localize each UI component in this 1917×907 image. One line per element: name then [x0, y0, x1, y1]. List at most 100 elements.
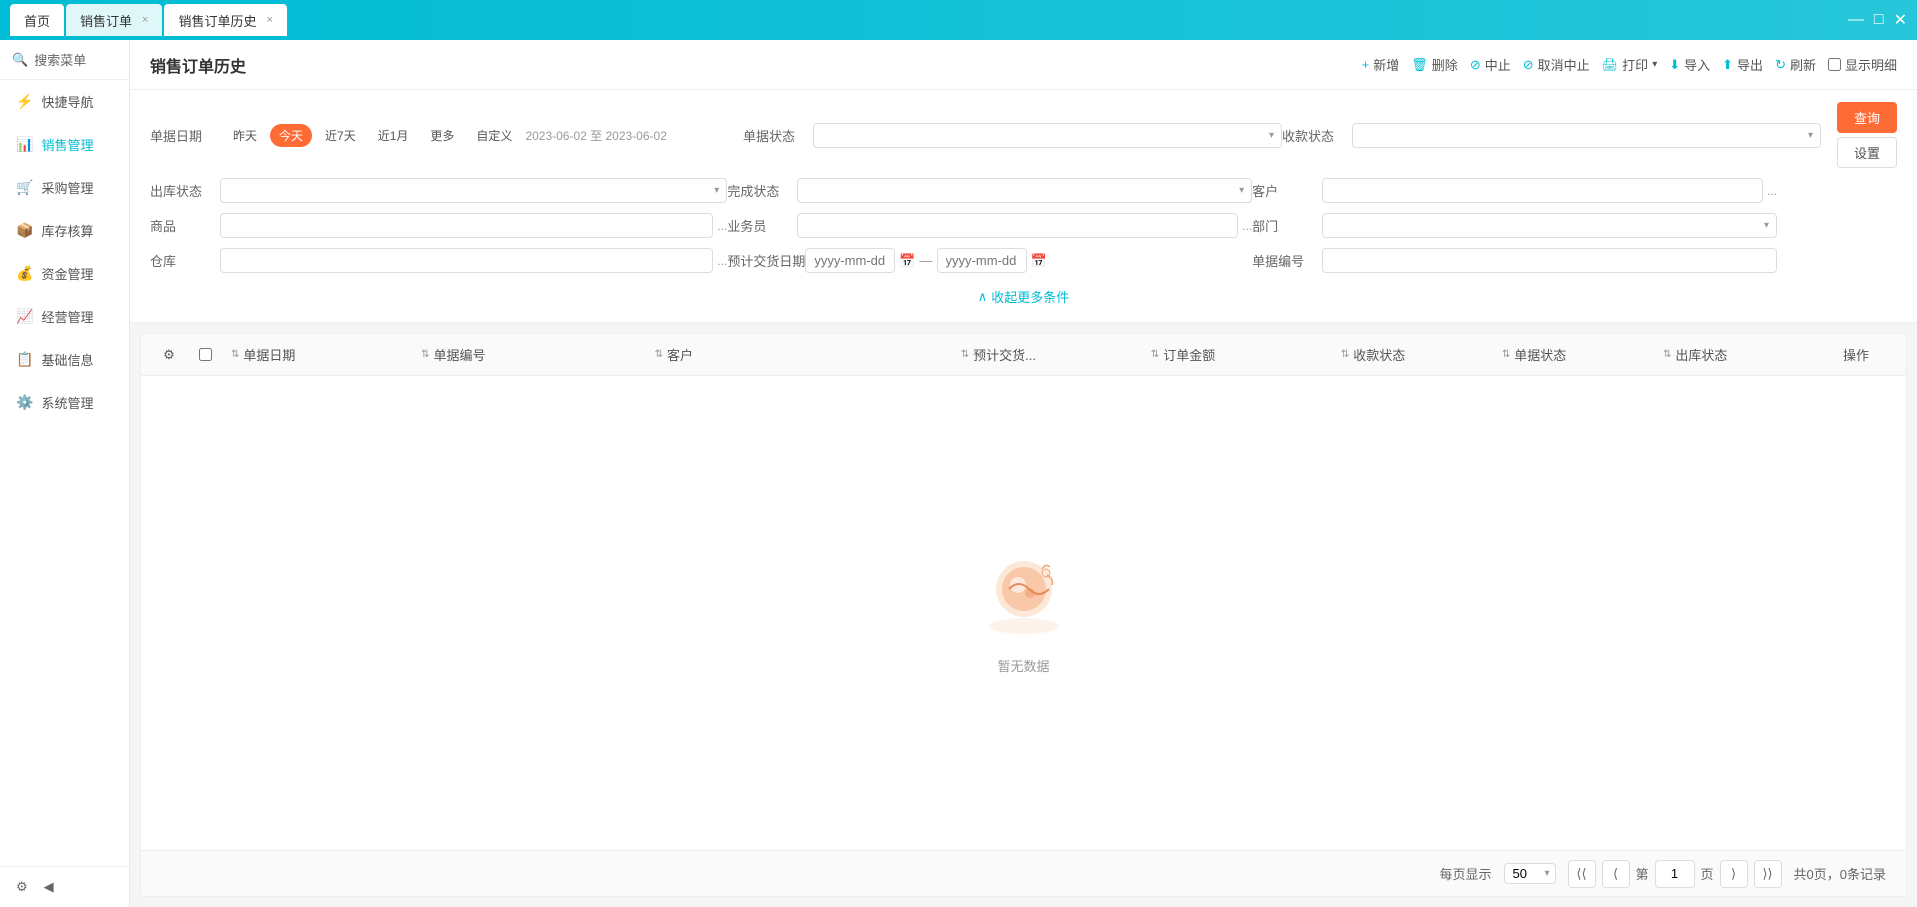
warehouse-more-icon[interactable]: ...: [717, 254, 727, 268]
print-button[interactable]: 🖨 打印: [1602, 55, 1658, 74]
refresh-button[interactable]: ↻ 刷新: [1775, 55, 1816, 74]
customer-input[interactable]: [1322, 178, 1763, 203]
settings-bottom-icon[interactable]: ⚙: [16, 879, 28, 895]
page-suffix: 页: [1701, 864, 1714, 883]
date-pill-1month[interactable]: 近1月: [369, 124, 418, 147]
query-button[interactable]: 查询: [1837, 102, 1897, 133]
tab-sales-order[interactable]: 销售订单 ×: [66, 4, 162, 36]
order-no-input[interactable]: [1322, 248, 1777, 273]
delete-button[interactable]: 🗑 删除: [1411, 55, 1458, 74]
col-date-header[interactable]: ⇅ 单据日期: [223, 345, 413, 364]
last-page-button[interactable]: ⟩⟩: [1754, 860, 1782, 888]
tab-history-close[interactable]: ×: [266, 14, 272, 26]
select-all-checkbox[interactable]: [199, 348, 212, 361]
first-page-button[interactable]: ⟨⟨: [1568, 860, 1596, 888]
stock-status-select[interactable]: [220, 178, 727, 203]
prev-page-button[interactable]: ⟨: [1602, 860, 1630, 888]
calendar-to-icon[interactable]: 📅: [1031, 253, 1047, 269]
window-close-icon[interactable]: ✕: [1894, 10, 1907, 30]
col-delivery-header[interactable]: ⇅ 预计交货...: [953, 345, 1143, 364]
dept-select[interactable]: [1322, 213, 1777, 238]
col-settings-header[interactable]: ⚙: [151, 347, 187, 363]
complete-status-label: 完成状态: [727, 181, 797, 200]
filter-delivery-date-item: 预计交货日期 📅 — 📅: [727, 248, 1252, 273]
refresh-icon: ↻: [1775, 57, 1786, 73]
date-pill-7days[interactable]: 近7天: [316, 124, 365, 147]
collapse-sidebar-icon[interactable]: ◀: [44, 879, 54, 895]
sidebar-item-quick-nav[interactable]: ⚡ 快捷导航: [0, 80, 129, 123]
page-number-input[interactable]: [1655, 860, 1695, 888]
col-customer-header[interactable]: ⇅ 客户: [647, 345, 953, 364]
sidebar-item-sales-mgmt[interactable]: 📊 销售管理: [0, 123, 129, 166]
payment-status-select-wrap: ▾: [1352, 123, 1821, 148]
sidebar-item-finance-label: 资金管理: [41, 264, 93, 283]
filter-row-1: 单据日期 昨天 今天 近7天 近1月 更多 自定义 2023-06-02 至 2…: [150, 102, 1897, 168]
operations-icon: 📈: [16, 308, 33, 325]
tab-sales-order-history[interactable]: 销售订单历史 ×: [164, 4, 286, 36]
salesperson-more-icon[interactable]: ...: [1242, 219, 1252, 233]
sort-payment-icon: ⇅: [1341, 349, 1349, 360]
tab-sales-order-close[interactable]: ×: [142, 14, 148, 26]
col-amount-header[interactable]: ⇅ 订单金额: [1143, 345, 1333, 364]
date-pill-today[interactable]: 今天: [270, 124, 312, 147]
stop-button[interactable]: ⊘ 中止: [1470, 55, 1511, 74]
cancel-stop-button[interactable]: ⊘ 取消中止: [1523, 55, 1590, 74]
product-more-icon[interactable]: ...: [717, 219, 727, 233]
page-size-select[interactable]: 50 10 20 100: [1504, 863, 1556, 884]
sidebar-item-sys-mgmt[interactable]: ⚙️ 系统管理: [0, 381, 129, 424]
search-icon: 🔍: [12, 52, 28, 68]
col-check-header[interactable]: [187, 348, 223, 361]
complete-status-select[interactable]: [797, 178, 1252, 203]
window-minimize-icon[interactable]: —: [1848, 11, 1864, 29]
import-icon: ⬇: [1669, 57, 1680, 73]
sidebar-item-base-info[interactable]: 📋 基础信息: [0, 338, 129, 381]
sidebar-item-finance[interactable]: 💰 资金管理: [0, 252, 129, 295]
col-status-header[interactable]: ⇅ 单据状态: [1494, 345, 1655, 364]
sidebar-item-sys-mgmt-label: 系统管理: [41, 393, 93, 412]
sidebar-search-label: 搜索菜单: [34, 50, 86, 69]
sidebar-item-inventory[interactable]: 📦 库存核算: [0, 209, 129, 252]
delivery-date-from[interactable]: [805, 248, 895, 273]
customer-more-icon[interactable]: ...: [1767, 184, 1777, 198]
payment-status-select[interactable]: [1352, 123, 1821, 148]
order-no-label: 单据编号: [1252, 251, 1322, 270]
warehouse-input[interactable]: [220, 248, 713, 273]
filter-order-status-item: 单据状态 ▾: [743, 123, 1282, 148]
show-detail-checkbox[interactable]: [1828, 58, 1841, 71]
delivery-date-to[interactable]: [937, 248, 1027, 273]
filter-area: 单据日期 昨天 今天 近7天 近1月 更多 自定义 2023-06-02 至 2…: [130, 90, 1917, 323]
show-detail-checkbox-wrap[interactable]: 显示明细: [1828, 55, 1897, 74]
new-button[interactable]: + 新增: [1362, 55, 1400, 74]
page-prefix: 第: [1636, 864, 1649, 883]
product-input[interactable]: [220, 213, 713, 238]
page-header: 销售订单历史 + 新增 🗑 删除 ⊘ 中止 ⊘ 取消中止: [130, 40, 1917, 90]
sales-mgmt-icon: 📊: [16, 136, 33, 153]
salesperson-input[interactable]: [797, 213, 1238, 238]
tab-home[interactable]: 首页: [10, 4, 64, 36]
sidebar-item-operations[interactable]: 📈 经营管理: [0, 295, 129, 338]
collapse-more-conditions[interactable]: ∧ 收起更多条件: [150, 283, 1897, 310]
order-status-select[interactable]: [813, 123, 1282, 148]
calendar-from-icon[interactable]: 📅: [899, 253, 915, 269]
date-pill-more[interactable]: 更多: [421, 124, 463, 147]
col-stock-header[interactable]: ⇅ 出库状态: [1655, 345, 1816, 364]
col-order-header[interactable]: ⇅ 单据编号: [413, 345, 647, 364]
customer-label: 客户: [1252, 181, 1322, 200]
collapse-label: 收起更多条件: [991, 287, 1069, 306]
import-button[interactable]: ⬇ 导入: [1669, 55, 1710, 74]
col-stock-label: 出库状态: [1675, 345, 1727, 364]
show-detail-label: 显示明细: [1845, 55, 1897, 74]
window-maximize-icon[interactable]: □: [1874, 11, 1884, 29]
col-payment-header[interactable]: ⇅ 收款状态: [1333, 345, 1494, 364]
date-pill-custom[interactable]: 自定义: [467, 124, 521, 147]
export-button[interactable]: ⬆ 导出: [1722, 55, 1763, 74]
filter-salesperson-item: 业务员 ...: [727, 213, 1252, 238]
delivery-date-wrap: 📅 — 📅: [805, 248, 1252, 273]
sidebar-search[interactable]: 🔍 搜索菜单: [0, 40, 129, 80]
pagination: ⟨⟨ ⟨ 第 页 ⟩ ⟩⟩: [1568, 860, 1782, 888]
next-page-button[interactable]: ⟩: [1720, 860, 1748, 888]
new-label: 新增: [1373, 55, 1399, 74]
sidebar-item-purchase-mgmt[interactable]: 🛒 采购管理: [0, 166, 129, 209]
setting-button[interactable]: 设置: [1837, 137, 1897, 168]
date-pill-yesterday[interactable]: 昨天: [224, 124, 266, 147]
